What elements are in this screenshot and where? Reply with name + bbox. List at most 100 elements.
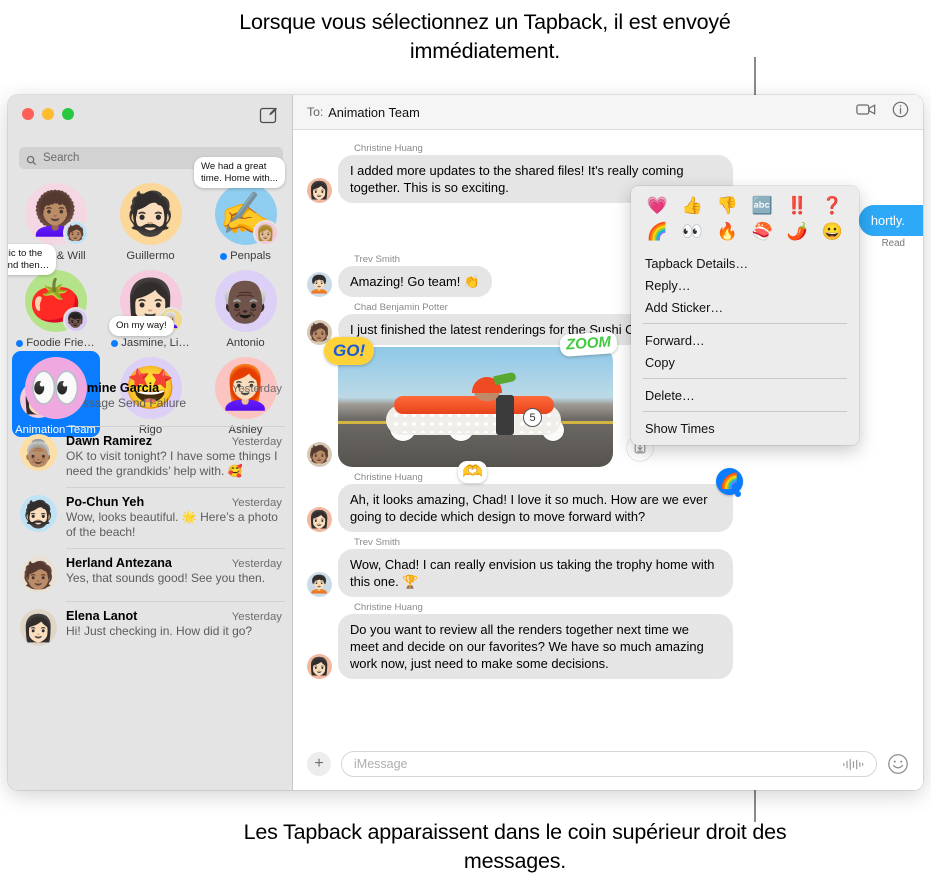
- tapback-option[interactable]: 🌶️: [786, 221, 810, 243]
- pinned-conversation-penpals[interactable]: ✍️ 👩🏼 We had a great time. Home with... Pen…: [194, 157, 292, 262]
- sticker-go[interactable]: GO!: [324, 337, 375, 365]
- avatar: 👵🏽: [20, 434, 57, 471]
- tapback-option[interactable]: 🌈: [646, 221, 670, 243]
- tapback-option[interactable]: 🍣: [751, 221, 775, 243]
- tapback-row-1: 💗 👍 👎 🔤 ‼️ ❓: [631, 193, 859, 219]
- search-icon: [26, 153, 37, 165]
- received-message-bubble[interactable]: Amazing! Go team! 👏: [338, 266, 492, 297]
- annotation-caption-bottom: Les Tapback apparaissent dans le coin su…: [243, 820, 787, 873]
- avatar: 👩🏻: [307, 654, 332, 679]
- search-placeholder: Search: [43, 152, 80, 164]
- sidebar: Search 👩🏽‍🦱🧑🏽Olivia & Will🧔🏻Guillermo✍️👩…: [8, 95, 293, 790]
- to-label: To:: [307, 105, 324, 119]
- context-menu-item[interactable]: Forward…: [631, 329, 859, 351]
- received-message-bubble[interactable]: Do you want to review all the renders to…: [338, 614, 733, 679]
- pin-label: Foodie Frie…: [16, 337, 95, 349]
- conversation-pane: To: Animation Team Christine Huang 👩🏻 I …: [293, 95, 923, 790]
- context-menu-item[interactable]: Copy: [631, 351, 859, 373]
- conversation-list-item[interactable]: 🧔🏻 Po-Chun Yeh Yesterday Wow, looks beautif…: [8, 487, 292, 548]
- conversation-timestamp: Yesterday: [231, 611, 282, 623]
- sticker-heart-hands[interactable]: 🫶: [458, 461, 488, 483]
- tapback-badge[interactable]: 🌈: [716, 468, 743, 497]
- tapback-option[interactable]: ‼️: [786, 195, 810, 217]
- pinned-conversation-antonio[interactable]: 👴🏿 Antonio: [198, 270, 292, 349]
- context-menu-item[interactable]: Tapback Details…: [631, 252, 859, 274]
- pin-label-text: Animation Team: [15, 424, 96, 436]
- conversation-name: Po-Chun Yeh: [66, 495, 145, 509]
- pin-label: Antonio: [226, 337, 264, 349]
- imessage-input[interactable]: iMessage: [341, 751, 877, 777]
- tapback-option[interactable]: 💗: [646, 195, 670, 217]
- message-sender-name: Trev Smith: [354, 537, 401, 548]
- pin-secondary-avatar: 👦🏿: [62, 307, 89, 333]
- tapback-context-menu[interactable]: 💗 👍 👎 🔤 ‼️ ❓ 🌈 👀 🔥 🍣 🌶️ 😀 Tapback Details… Reply… Ad…: [631, 186, 859, 445]
- conversation-list-item[interactable]: 👩🏻 Elena Lanot Yesterday Hi! Just checking …: [8, 601, 292, 654]
- wasabi-leaf: [493, 371, 517, 386]
- conversation-name: Herland Antezana: [66, 556, 172, 570]
- close-window-button[interactable]: [22, 108, 34, 120]
- photo-message-bubble[interactable]: 5 GO! ZOOM 🫶: [324, 331, 653, 483]
- menu-separator: [643, 323, 847, 324]
- context-menu-item[interactable]: Delete…: [631, 384, 859, 406]
- add-attachment-button[interactable]: +: [307, 752, 331, 776]
- pin-preview-bubble: On my way!: [109, 316, 174, 336]
- context-menu-item[interactable]: Add Sticker…: [631, 296, 859, 318]
- avatar: 👩🏻: [20, 609, 57, 646]
- unread-dot: [111, 339, 119, 347]
- conversation-list-item[interactable]: 🧑🏽 Herland Antezana Yesterday Yes, that sou…: [8, 548, 292, 601]
- tapback-option[interactable]: 👍: [681, 195, 705, 217]
- pin-avatar: 👩🏽‍🦱 🧑🏽: [24, 183, 89, 246]
- message-row: 👩🏻 Ah, it looks amazing, Chad! I love it …: [307, 468, 909, 532]
- video-camera-icon[interactable]: [856, 102, 876, 122]
- screenshot-root: Lorsque vous sélectionnez un Tapback, il…: [0, 0, 931, 891]
- info-icon[interactable]: [892, 101, 909, 123]
- pin-secondary-avatar: 🧑🏽: [62, 220, 89, 246]
- tapback-option[interactable]: 🔥: [716, 221, 740, 243]
- tapback-option[interactable]: 👀: [681, 221, 705, 243]
- pin-label: Animation Team: [15, 424, 96, 436]
- emoji-smiley-icon[interactable]: [887, 753, 909, 775]
- context-menu-item[interactable]: Reply…: [631, 274, 859, 296]
- pin-label: Penpals: [220, 250, 271, 262]
- pin-avatar: 🍅 👦🏿: [24, 270, 89, 333]
- conversation-preview: Wow, looks beautiful. 🌟 Here’s a photo o…: [66, 510, 278, 539]
- message-sender-name: Christine Huang: [354, 143, 423, 154]
- sushi-car-photo: 5: [338, 347, 613, 467]
- sticker-zoom[interactable]: ZOOM: [559, 331, 618, 357]
- menu-separator: [643, 378, 847, 379]
- tapback-option[interactable]: 🔤: [751, 195, 775, 217]
- conversation-timestamp: Yesterday: [231, 383, 282, 395]
- pin-label-text: Guillermo: [126, 250, 175, 262]
- pinned-conversation-jasmine-li[interactable]: 👩🏻👩🏼‍🦳On my way!Jasmine, Li…: [103, 270, 198, 349]
- tapback-option[interactable]: ❓: [821, 195, 845, 217]
- audio-waveform-icon[interactable]: [842, 758, 864, 771]
- avatar: 🧑🏻‍🦱: [307, 272, 332, 297]
- received-message-bubble[interactable]: Ah, it looks amazing, Chad! I love it so…: [338, 468, 743, 532]
- pin-avatar: 🧔🏻: [119, 183, 182, 245]
- avatar: 🧑🏻‍🦱: [307, 572, 332, 597]
- car-nori-band: [496, 395, 514, 435]
- conversation-preview: Hi! Just checking in. How did it go?: [66, 624, 253, 638]
- avatar: 🧑🏽: [20, 556, 57, 593]
- avatar: 🧑🏽: [307, 442, 332, 467]
- maximize-window-button[interactable]: [62, 108, 74, 120]
- imessage-placeholder: iMessage: [354, 757, 408, 771]
- pinned-conversation-foodie-frie[interactable]: 🍅👦🏿Add garlic to the butter, and then… Fo…: [8, 244, 103, 349]
- minimize-window-button[interactable]: [42, 108, 54, 120]
- conversation-timestamp: Yesterday: [231, 436, 282, 448]
- message-sender-name: Christine Huang: [354, 602, 423, 613]
- tapback-option[interactable]: 😀: [821, 221, 845, 243]
- received-message-bubble[interactable]: Wow, Chad! I can really envision us taki…: [338, 549, 733, 597]
- compose-icon[interactable]: [258, 105, 278, 125]
- pin-preview-bubble: We had a great time. Home with...: [194, 157, 285, 188]
- tapback-option[interactable]: 👎: [716, 195, 740, 217]
- recipient-name[interactable]: Animation Team: [328, 105, 420, 120]
- message-composer: + iMessage: [293, 738, 923, 790]
- conversation-preview: Message Send Failure: [66, 396, 187, 410]
- pin-avatar: 👴🏿: [214, 270, 277, 332]
- pinned-conversation-guillermo[interactable]: 🧔🏻 Guillermo: [103, 183, 198, 262]
- conversation-name: Elena Lanot: [66, 609, 138, 623]
- sent-message-bubble[interactable]: hortly.: [858, 205, 923, 236]
- context-menu-item[interactable]: Show Times: [631, 417, 859, 439]
- conversation-name: Dawn Ramirez: [66, 434, 153, 448]
